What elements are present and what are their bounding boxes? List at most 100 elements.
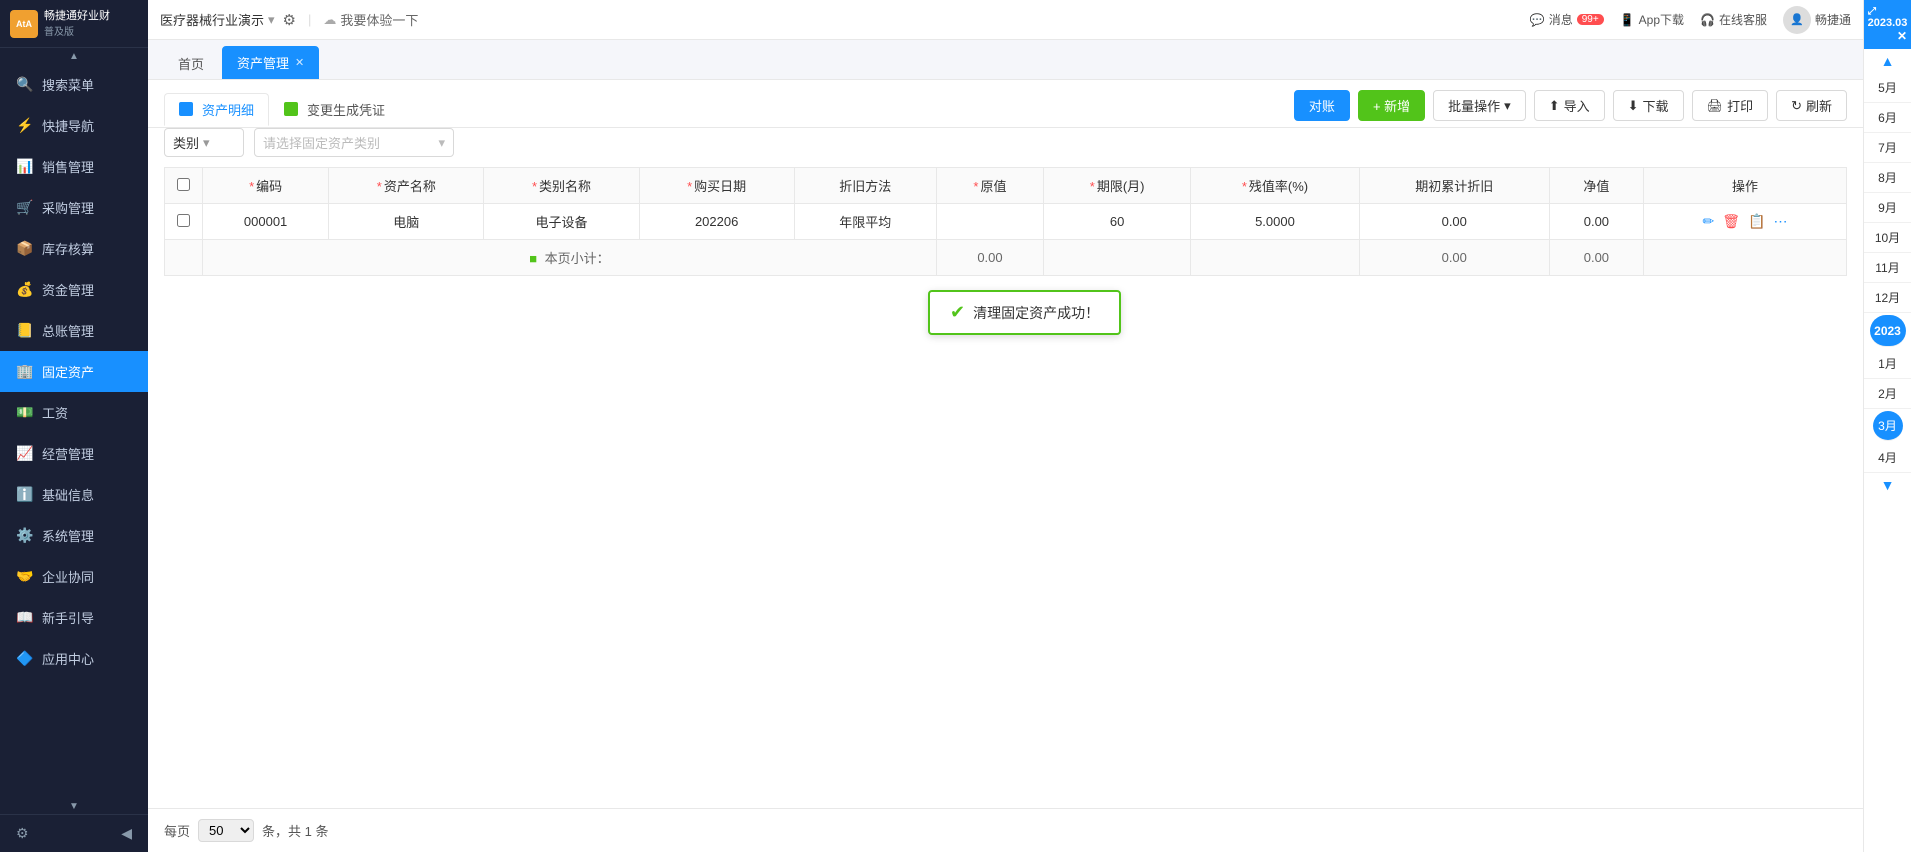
- message-icon: 💬: [1530, 13, 1545, 27]
- cal-up-nav[interactable]: ▲: [1864, 49, 1911, 73]
- user-menu[interactable]: 👤 畅捷通: [1783, 6, 1851, 34]
- sidebar-item-operations[interactable]: 📈 经营管理: [0, 433, 148, 474]
- cal-month-2[interactable]: 2月: [1864, 379, 1911, 409]
- sidebar-bottom: ⚙ ◀: [0, 814, 148, 852]
- cal-month-9[interactable]: 9月: [1864, 193, 1911, 223]
- cal-month-1[interactable]: 1月: [1864, 349, 1911, 379]
- add-new-button[interactable]: + 新增: [1358, 90, 1425, 121]
- category-filter[interactable]: 类别 ▾: [164, 128, 244, 157]
- sidebar-item-fixed-assets[interactable]: 🏢 固定资产: [0, 351, 148, 392]
- subtab-asset-detail[interactable]: 资产明细: [164, 93, 269, 126]
- cal-month-8[interactable]: 8月: [1864, 163, 1911, 193]
- row-checkbox[interactable]: [165, 204, 203, 240]
- download-button[interactable]: ⬇ 下载: [1613, 90, 1684, 121]
- edit-icon[interactable]: ✏: [1703, 213, 1715, 230]
- cal-month-12[interactable]: 12月: [1864, 283, 1911, 313]
- import-button[interactable]: ⬆ 导入: [1534, 90, 1605, 121]
- subtotal-label-cell: ■ 本页小计：: [203, 240, 937, 276]
- logo-icon: AtA: [10, 10, 38, 38]
- cell-net-value: 0.00: [1549, 204, 1643, 240]
- sidebar-item-funds[interactable]: 💰 资金管理: [0, 269, 148, 310]
- sidebar-item-sales[interactable]: 📊 销售管理: [0, 146, 148, 187]
- refresh-button[interactable]: ↻ 刷新: [1776, 90, 1847, 121]
- cell-purchase-date: 202206: [639, 204, 794, 240]
- table-row: 000001 电脑 电子设备 202206 年限平均 60 5.0000 0.0…: [165, 204, 1847, 240]
- flash-icon: ⚡: [16, 117, 34, 135]
- sidebar-item-cooperation[interactable]: 🤝 企业协同: [0, 556, 148, 597]
- filter-bar: 类别 ▾ 请选择固定资产类别 ▾: [148, 128, 1863, 167]
- cal-month-11[interactable]: 11月: [1864, 253, 1911, 283]
- per-page-select[interactable]: 10 20 50 100: [198, 819, 254, 842]
- delete-icon[interactable]: 🗑: [1722, 213, 1740, 230]
- print-icon: 🖨: [1707, 98, 1724, 114]
- cal-month-4[interactable]: 4月: [1864, 443, 1911, 473]
- sidebar-scroll-up[interactable]: ▲: [0, 48, 148, 64]
- sidebar-header: AtA 畅捷通好业财 普及版: [0, 0, 148, 48]
- success-toast: ✔ 清理固定资产成功！: [928, 290, 1121, 335]
- system-icon: ⚙️: [16, 527, 34, 545]
- cal-expand-icon[interactable]: ⤢: [1868, 6, 1876, 17]
- sidebar-item-purchase[interactable]: 🛒 采购管理: [0, 187, 148, 228]
- cal-down-nav[interactable]: ▼: [1864, 473, 1911, 497]
- table-checkbox-header[interactable]: [165, 168, 203, 204]
- tab-close-icon[interactable]: ✕: [295, 56, 304, 69]
- sidebar-item-system[interactable]: ⚙️ 系统管理: [0, 515, 148, 556]
- company-selector[interactable]: 医疗器械行业演示 ▾: [160, 10, 275, 29]
- sidebar-item-quick-nav[interactable]: ⚡ 快捷导航: [0, 105, 148, 146]
- copy-icon[interactable]: 📋: [1748, 213, 1765, 230]
- reconcile-button[interactable]: 对账: [1294, 90, 1350, 121]
- sidebar-item-payroll[interactable]: 💵 工资: [0, 392, 148, 433]
- settings-bottom-icon[interactable]: ⚙: [16, 825, 29, 842]
- experience-btn[interactable]: ☁ 我要体验一下: [323, 10, 418, 29]
- col-initial-depreciation: 期初累计折旧: [1359, 168, 1549, 204]
- notifications-btn[interactable]: 💬 消息 99+: [1530, 11, 1604, 28]
- subtotal-net: 0.00: [1549, 240, 1643, 276]
- sidebar-item-search[interactable]: 🔍 搜索菜单: [0, 64, 148, 105]
- purchase-icon: 🛒: [16, 199, 34, 217]
- col-actions: 操作: [1643, 168, 1846, 204]
- settings-icon[interactable]: ⚙: [283, 11, 296, 29]
- cal-month-5[interactable]: 5月: [1864, 73, 1911, 103]
- col-code: *编码: [203, 168, 329, 204]
- online-service-btn[interactable]: 🎧 在线客服: [1700, 11, 1767, 28]
- sidebar-item-ledger[interactable]: 📒 总账管理: [0, 310, 148, 351]
- cal-month-10[interactable]: 10月: [1864, 223, 1911, 253]
- cal-month-6[interactable]: 6月: [1864, 103, 1911, 133]
- asset-category-select[interactable]: 请选择固定资产类别 ▾: [254, 128, 454, 157]
- tab-home[interactable]: 首页: [164, 48, 218, 79]
- subtab-change-voucher[interactable]: 变更生成凭证: [269, 93, 400, 125]
- cal-close-icon[interactable]: ✕: [1897, 29, 1907, 43]
- app-center-icon: 🔷: [16, 650, 34, 668]
- print-button[interactable]: 🖨 打印: [1692, 90, 1769, 121]
- headset-icon: 🎧: [1700, 13, 1715, 27]
- sidebar-item-app-center[interactable]: 🔷 应用中心: [0, 638, 148, 679]
- payroll-icon: 💵: [16, 404, 34, 422]
- sidebar-item-inventory[interactable]: 📦 库存核算: [0, 228, 148, 269]
- batch-ops-button[interactable]: 批量操作 ▾: [1433, 90, 1526, 121]
- main-area: 医疗器械行业演示 ▾ ⚙ | ☁ 我要体验一下 💬 消息 99+ 📱 App下载…: [148, 0, 1863, 852]
- app-download-btn[interactable]: 📱 App下载: [1620, 11, 1684, 28]
- subtotal-initial: 0.00: [1359, 240, 1549, 276]
- cell-period: 60: [1044, 204, 1191, 240]
- toast-check-icon: ✔: [950, 302, 965, 323]
- select-all-checkbox[interactable]: [177, 178, 190, 191]
- fixed-assets-icon: 🏢: [16, 363, 34, 381]
- col-residual-rate: *残值率(%): [1191, 168, 1359, 204]
- cal-year-2023[interactable]: 2023: [1870, 315, 1906, 347]
- cloud-icon: ☁: [323, 12, 336, 28]
- collapse-icon[interactable]: ◀: [121, 825, 132, 842]
- ledger-icon: 📒: [16, 322, 34, 340]
- tab-asset-management[interactable]: 资产管理 ✕: [222, 46, 319, 79]
- cal-month-7[interactable]: 7月: [1864, 133, 1911, 163]
- more-icon[interactable]: ⋯: [1773, 213, 1787, 230]
- sidebar-item-guide[interactable]: 📖 新手引导: [0, 597, 148, 638]
- download-icon: 📱: [1620, 13, 1635, 27]
- guide-icon: 📖: [16, 609, 34, 627]
- sidebar-item-basic-info[interactable]: ℹ️ 基础信息: [0, 474, 148, 515]
- import-icon: ⬆: [1549, 98, 1560, 114]
- cal-month-3-current[interactable]: 3月: [1873, 411, 1903, 441]
- right-calendar: ⤢ 2023.03 ✕ ▲ 5月 6月 7月 8月 9月 10月 11月 12月…: [1863, 0, 1911, 852]
- refresh-icon: ↻: [1791, 98, 1802, 114]
- sidebar-scroll-down[interactable]: ▼: [0, 798, 148, 814]
- sales-icon: 📊: [16, 158, 34, 176]
